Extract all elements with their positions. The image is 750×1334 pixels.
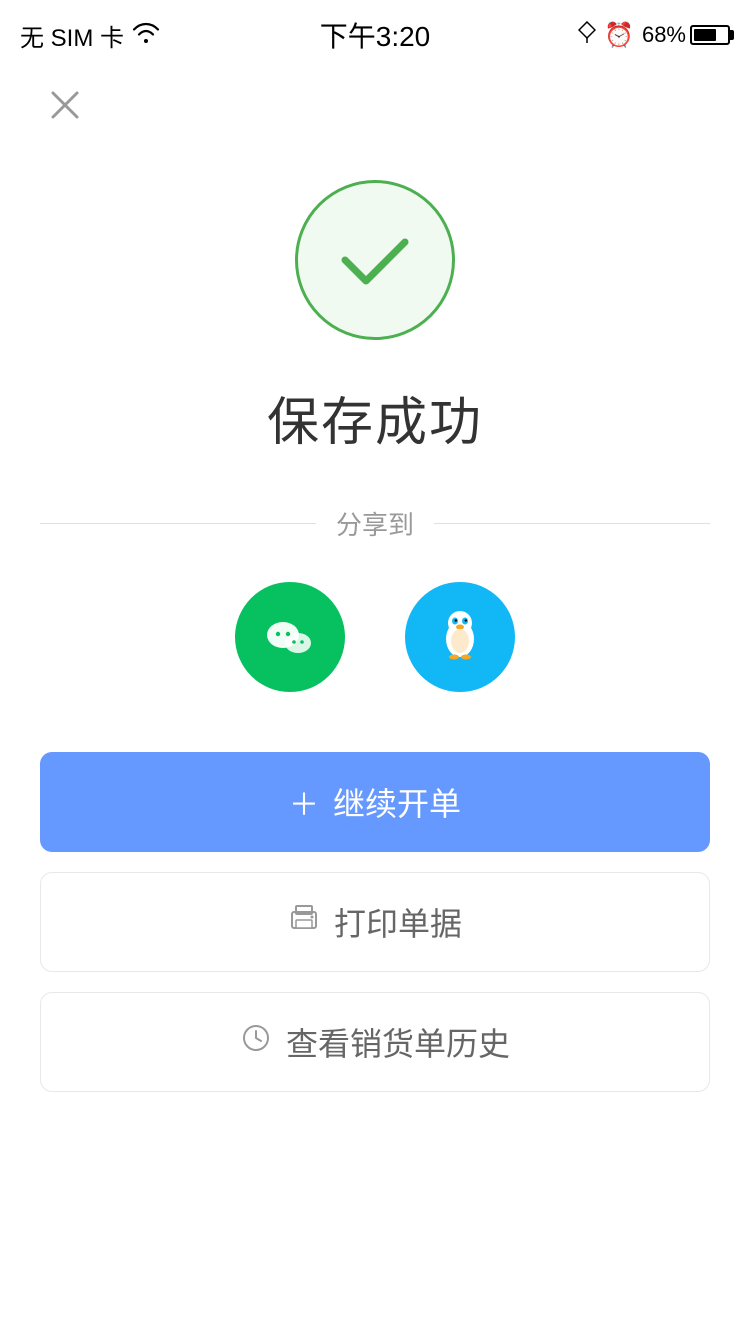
- status-bar: 无 SIM 卡 下午3:20 ⏰ 68%: [0, 0, 750, 60]
- close-button[interactable]: [40, 80, 90, 130]
- location-icon: [578, 21, 596, 50]
- success-title: 保存成功: [267, 380, 483, 455]
- history-button[interactable]: 查看销货单历史: [40, 992, 710, 1092]
- wifi-icon: [132, 21, 160, 49]
- battery-container: 68%: [642, 22, 730, 48]
- battery-text: 68%: [642, 22, 686, 48]
- divider-right: [434, 523, 710, 524]
- qq-share-button[interactable]: [405, 582, 515, 692]
- print-icon: [288, 902, 320, 942]
- continue-button[interactable]: ＋ 继续开单: [40, 752, 710, 852]
- share-icons: [235, 582, 515, 692]
- print-label: 打印单据: [334, 899, 462, 945]
- main-content: 保存成功 分享到: [0, 60, 750, 1092]
- plus-icon: ＋: [289, 780, 319, 824]
- wechat-share-button[interactable]: [235, 582, 345, 692]
- status-left: 无 SIM 卡: [20, 18, 160, 53]
- share-section: 分享到: [40, 505, 710, 692]
- share-label: 分享到: [336, 505, 414, 542]
- print-button[interactable]: 打印单据: [40, 872, 710, 972]
- no-sim-text: 无 SIM 卡: [20, 18, 124, 53]
- alarm-icon: ⏰: [604, 21, 634, 50]
- close-button-row: [40, 60, 710, 150]
- battery-icon: [690, 25, 730, 45]
- share-divider: 分享到: [40, 505, 710, 542]
- status-time: 下午3:20: [320, 15, 431, 55]
- history-label: 查看销货单历史: [286, 1019, 510, 1065]
- history-icon: [240, 1022, 272, 1062]
- divider-left: [40, 523, 316, 524]
- action-buttons: ＋ 继续开单 打印单据 查看销货单历史: [40, 752, 710, 1092]
- success-icon: [295, 180, 455, 340]
- status-right: ⏰ 68%: [578, 21, 730, 50]
- continue-label: 继续开单: [333, 779, 461, 825]
